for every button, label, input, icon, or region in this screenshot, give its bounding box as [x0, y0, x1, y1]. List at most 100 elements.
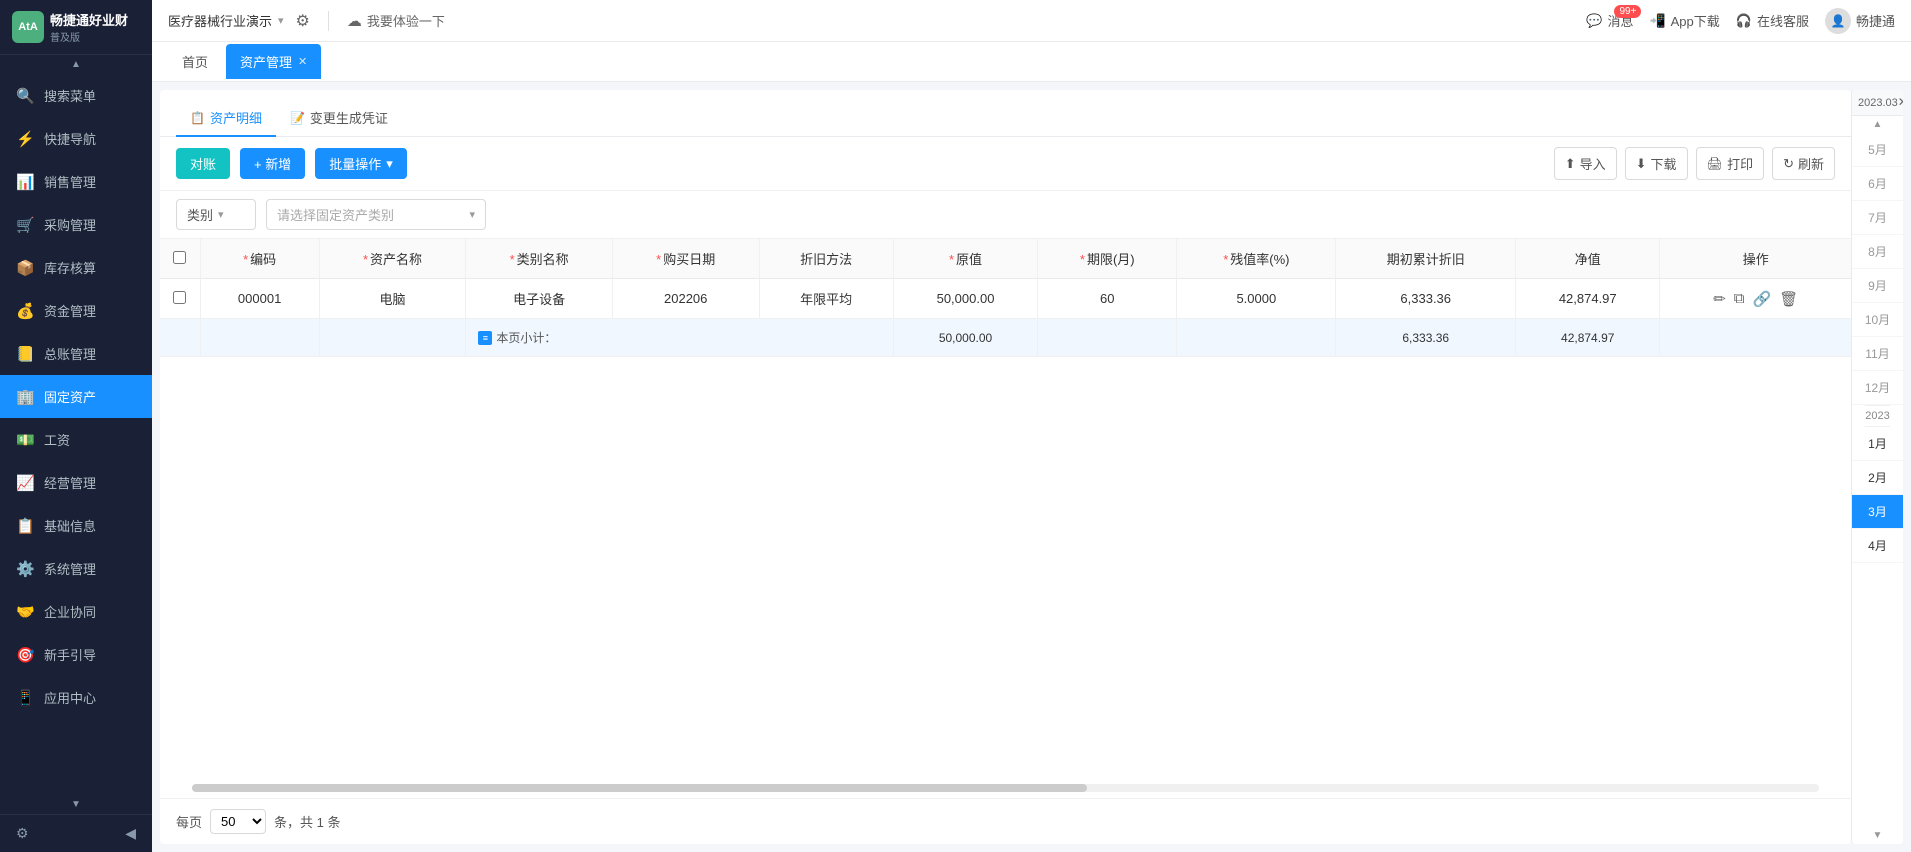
pagination: 每页 50 10 20 100 条，共 1 条 — [160, 798, 1851, 844]
month-4[interactable]: 4月 — [1852, 529, 1903, 563]
col-period: *期限(月) — [1038, 239, 1177, 279]
select-all-checkbox[interactable] — [173, 251, 186, 264]
settings-icon[interactable]: ⚙ — [16, 825, 29, 842]
col-code: *编码 — [200, 239, 319, 279]
month-8[interactable]: 8月 — [1852, 235, 1903, 269]
sidebar-item-quick-nav[interactable]: ⚡ 快捷导航 — [0, 117, 152, 160]
user-info[interactable]: 👤 畅捷通 — [1825, 8, 1895, 34]
sidebar-item-fund[interactable]: 💰 资金管理 — [0, 289, 152, 332]
row-checkbox-cell — [160, 279, 200, 319]
tab-close-icon[interactable]: ✕ — [298, 55, 307, 68]
total-text: 条，共 1 条 — [274, 812, 340, 831]
add-new-button[interactable]: + 新增 — [240, 148, 305, 179]
tab-home[interactable]: 首页 — [168, 44, 222, 79]
category-input[interactable]: 请选择固定资产类别 ▾ — [266, 199, 486, 230]
sidebar-item-label: 采购管理 — [44, 215, 96, 234]
app-download-button[interactable]: 📲 App下载 — [1649, 11, 1719, 30]
sidebar-item-operations[interactable]: 📈 经营管理 — [0, 461, 152, 504]
collapse-icon[interactable]: ◀ — [125, 825, 136, 842]
feedback-icon: ☁ — [347, 12, 362, 30]
subtotal-original-value: 50,000.00 — [893, 319, 1037, 357]
subtotal-empty-actions — [1660, 319, 1851, 357]
change-voucher-icon: 📝 — [290, 111, 305, 125]
horizontal-scrollbar-track[interactable] — [192, 784, 1819, 792]
customer-service-icon: 🎧 — [1736, 13, 1752, 29]
month-7[interactable]: 7月 — [1852, 201, 1903, 235]
panel-close-icon[interactable]: ✕ — [1898, 95, 1903, 110]
refresh-icon: ↻ — [1783, 156, 1794, 172]
table-container[interactable]: *编码 *资产名称 *类别名称 *购买日期 — [160, 239, 1851, 778]
assets-table: *编码 *资产名称 *类别名称 *购买日期 — [160, 239, 1851, 357]
panel-month-down-icon[interactable]: ▼ — [1870, 827, 1886, 844]
sidebar-item-inventory[interactable]: 📦 库存核算 — [0, 246, 152, 289]
sub-tab-asset-detail-label: 资产明细 — [210, 108, 262, 127]
sidebar-item-sales[interactable]: 📊 销售管理 — [0, 160, 152, 203]
sidebar-item-label: 固定资产 — [44, 387, 96, 406]
search-icon: 🔍 — [16, 87, 34, 105]
customer-service-button[interactable]: 🎧 在线客服 — [1736, 11, 1809, 30]
month-6[interactable]: 6月 — [1852, 167, 1903, 201]
sidebar-item-purchase[interactable]: 🛒 采购管理 — [0, 203, 152, 246]
month-2[interactable]: 2月 — [1852, 461, 1903, 495]
topbar-right: 💬 消息 99+ 📲 App下载 🎧 在线客服 👤 畅捷通 — [1586, 8, 1895, 34]
subtotal-empty-2 — [200, 319, 319, 357]
sidebar-item-basic-info[interactable]: 📋 基础信息 — [0, 504, 152, 547]
topbar-settings-icon[interactable]: ⚙ — [296, 11, 310, 31]
sidebar-item-guide[interactable]: 🎯 新手引导 — [0, 633, 152, 676]
sidebar-item-label: 销售管理 — [44, 172, 96, 191]
tab-home-label: 首页 — [182, 52, 208, 71]
month-10[interactable]: 10月 — [1852, 303, 1903, 337]
print-label: 打印 — [1727, 154, 1753, 173]
sidebar-item-ledger[interactable]: 📒 总账管理 — [0, 332, 152, 375]
edit-icon[interactable]: ✏ — [1713, 290, 1726, 308]
filter-bar: 类别 ▾ 请选择固定资产类别 ▾ — [160, 191, 1851, 239]
page-size-select[interactable]: 50 10 20 100 — [210, 809, 266, 834]
sub-tab-asset-detail[interactable]: 📋 资产明细 — [176, 100, 276, 137]
row-checkbox[interactable] — [173, 291, 186, 304]
horizontal-scrollbar-thumb[interactable] — [192, 784, 1087, 792]
message-button[interactable]: 💬 消息 99+ — [1586, 11, 1633, 30]
sidebar-item-system[interactable]: ⚙️ 系统管理 — [0, 547, 152, 590]
month-9[interactable]: 9月 — [1852, 269, 1903, 303]
sidebar-item-search[interactable]: 🔍 搜索菜单 — [0, 74, 152, 117]
month-5[interactable]: 5月 — [1852, 133, 1903, 167]
col-residual-rate-label: 残值率(%) — [1230, 252, 1289, 267]
sidebar-item-label: 搜索菜单 — [44, 86, 96, 105]
refresh-button[interactable]: ↻ 刷新 — [1772, 147, 1835, 180]
customer-service-label: 在线客服 — [1757, 11, 1809, 30]
col-asset-name: *资产名称 — [319, 239, 466, 279]
sidebar-item-fixed-assets[interactable]: 🏢 固定资产 — [0, 375, 152, 418]
sidebar-item-enterprise[interactable]: 🤝 企业协同 — [0, 590, 152, 633]
link-icon[interactable]: 🔗 — [1753, 290, 1772, 308]
topbar-feedback[interactable]: ☁ 我要体验一下 — [347, 11, 445, 30]
month-1[interactable]: 1月 — [1852, 427, 1903, 461]
delete-icon[interactable]: 🗑 — [1779, 290, 1798, 308]
month-3-current[interactable]: 3月 — [1852, 495, 1903, 529]
sidebar-scroll-down[interactable]: ▼ — [0, 795, 152, 814]
reconcile-button[interactable]: 对账 — [176, 148, 230, 179]
sub-tab-change-voucher[interactable]: 📝 变更生成凭证 — [276, 100, 402, 137]
company-selector[interactable]: 医疗器械行业演示 ▾ — [168, 11, 284, 30]
sales-icon: 📊 — [16, 173, 34, 191]
asset-detail-icon: 📋 — [190, 111, 205, 125]
sidebar: AtA 畅捷通好业财 普及版 ▲ 🔍 搜索菜单 ⚡ 快捷导航 📊 销售管理 🛒 … — [0, 0, 152, 852]
tab-asset-mgmt[interactable]: 资产管理 ✕ — [226, 44, 321, 79]
sidebar-item-app-center[interactable]: 📱 应用中心 — [0, 676, 152, 719]
download-button[interactable]: ⬇ 下载 — [1625, 147, 1688, 180]
copy-icon[interactable]: ⧉ — [1734, 290, 1745, 308]
subtotal-label-text: 本页小计： — [496, 329, 556, 346]
panel-month-up-icon[interactable]: ▲ — [1870, 116, 1886, 133]
sidebar-item-payroll[interactable]: 💵 工资 — [0, 418, 152, 461]
month-11[interactable]: 11月 — [1852, 337, 1903, 371]
batch-ops-button[interactable]: 批量操作 ▾ — [315, 148, 407, 179]
category-filter-select[interactable]: 类别 ▾ — [176, 199, 256, 230]
sidebar-scroll-up[interactable]: ▲ — [0, 55, 152, 74]
print-button[interactable]: 🖨 打印 — [1696, 147, 1765, 180]
export-button[interactable]: ⬆ 导入 — [1554, 147, 1617, 180]
col-net-value-label: 净值 — [1575, 252, 1601, 267]
fixed-assets-icon: 🏢 — [16, 388, 34, 406]
sidebar-item-label: 系统管理 — [44, 559, 96, 578]
topbar-separator — [328, 11, 329, 31]
month-12[interactable]: 12月 — [1852, 371, 1903, 405]
category-input-placeholder: 请选择固定资产类别 — [277, 205, 394, 224]
